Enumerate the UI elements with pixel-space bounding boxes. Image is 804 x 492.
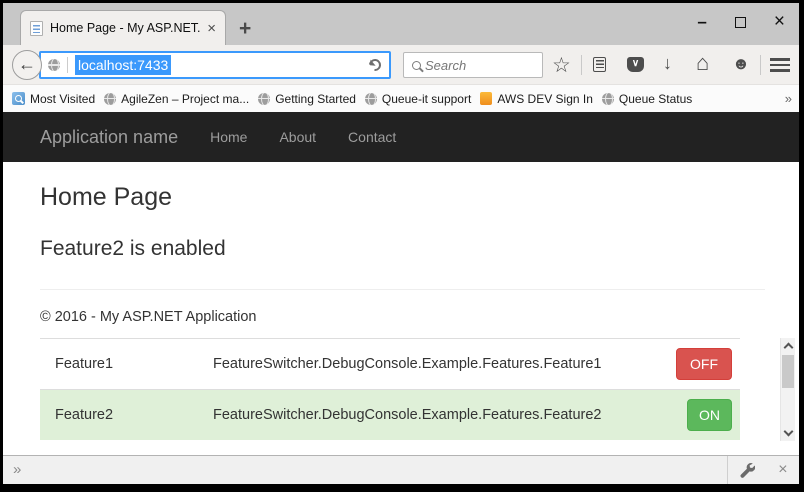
search-input[interactable]: Search xyxy=(403,52,543,78)
bookmark-queueit-support[interactable]: Queue-it support xyxy=(364,92,471,106)
scroll-up-icon[interactable] xyxy=(783,342,793,353)
window-controls: – × xyxy=(697,10,785,34)
bookmarks-overflow-icon[interactable]: » xyxy=(785,91,792,106)
developer-toolbar: » × xyxy=(3,455,799,484)
minimize-button[interactable]: – xyxy=(697,13,706,30)
bookmark-queue-status[interactable]: Queue Status xyxy=(601,92,692,106)
feature1-toggle-button[interactable]: OFF xyxy=(676,348,732,380)
bookmark-aws-signin[interactable]: AWS DEV Sign In xyxy=(480,92,593,106)
scroll-down-icon[interactable] xyxy=(783,426,793,437)
vertical-scrollbar[interactable] xyxy=(780,338,795,441)
site-brand[interactable]: Application name xyxy=(40,127,178,148)
nav-link-home[interactable]: Home xyxy=(194,129,263,145)
window-close-button[interactable]: × xyxy=(774,12,785,31)
feature-row-feature2: Feature2 FeatureSwitcher.DebugConsole.Ex… xyxy=(40,389,740,440)
bookmarks-menu-icon[interactable] xyxy=(593,57,606,72)
bookmark-agilezen[interactable]: AgileZen – Project ma... xyxy=(104,92,249,106)
menu-icon[interactable] xyxy=(770,58,790,75)
scrollbar-thumb[interactable] xyxy=(782,355,794,388)
feature-name: Feature1 xyxy=(55,356,114,372)
maximize-button[interactable] xyxy=(734,16,746,28)
reload-icon[interactable] xyxy=(366,56,384,74)
nav-link-about[interactable]: About xyxy=(263,129,332,145)
tab-close-icon[interactable]: × xyxy=(207,21,216,36)
page-favicon-icon xyxy=(30,20,43,36)
feature-row-feature1: Feature1 FeatureSwitcher.DebugConsole.Ex… xyxy=(40,338,740,389)
downloads-icon[interactable]: ↓ xyxy=(663,53,672,74)
site-identity-icon[interactable] xyxy=(48,59,60,71)
toolbar-divider xyxy=(760,55,761,75)
most-visited-folder-icon xyxy=(12,92,25,105)
home-icon[interactable]: ⌂ xyxy=(696,50,709,76)
devbar-prompt-icon[interactable]: » xyxy=(13,461,21,478)
hello-icon[interactable]: ☻ xyxy=(732,54,750,74)
feature-name: Feature2 xyxy=(55,407,114,423)
page-title: Home Page xyxy=(40,183,173,211)
footer-copyright: © 2016 - My ASP.NET Application xyxy=(40,309,257,325)
search-icon xyxy=(412,60,421,70)
tab-title: Home Page - My ASP.NET... xyxy=(50,21,202,35)
feature-switcher-panel: Feature1 FeatureSwitcher.DebugConsole.Ex… xyxy=(40,338,797,441)
bookmark-most-visited[interactable]: Most Visited xyxy=(12,92,95,106)
bookmarks-toolbar: Most Visited AgileZen – Project ma... Ge… xyxy=(3,85,799,112)
wrench-icon[interactable] xyxy=(739,462,756,478)
divider xyxy=(40,289,765,290)
globe-icon xyxy=(364,92,377,105)
back-button[interactable]: ← xyxy=(12,50,42,80)
globe-icon xyxy=(258,92,271,105)
title-bar: Home Page - My ASP.NET... × + – × xyxy=(3,3,799,45)
browser-tab[interactable]: Home Page - My ASP.NET... × xyxy=(20,10,226,45)
url-text[interactable]: localhost:7433 xyxy=(75,55,172,75)
url-divider xyxy=(67,57,68,73)
aws-box-icon xyxy=(480,92,493,105)
feature-path: FeatureSwitcher.DebugConsole.Example.Fea… xyxy=(213,407,602,423)
bookmark-star-icon[interactable]: ☆ xyxy=(552,53,571,78)
feature2-toggle-button[interactable]: ON xyxy=(687,399,732,431)
feature-status-text: Feature2 is enabled xyxy=(40,237,226,260)
globe-icon xyxy=(104,92,117,105)
new-tab-button[interactable]: + xyxy=(239,18,251,39)
site-navbar: Application name Home About Contact xyxy=(3,112,799,162)
url-bar[interactable]: localhost:7433 xyxy=(39,51,391,79)
nav-link-contact[interactable]: Contact xyxy=(332,129,412,145)
bookmark-getting-started[interactable]: Getting Started xyxy=(258,92,356,106)
globe-icon xyxy=(601,92,614,105)
search-placeholder: Search xyxy=(425,57,467,73)
page-content: Home Page Feature2 is enabled © 2016 - M… xyxy=(3,183,799,441)
toolbar-divider xyxy=(581,55,582,75)
navigation-toolbar: ← localhost:7433 Search ☆ ∨ ↓ ⌂ ☻ xyxy=(3,45,799,85)
pocket-icon[interactable]: ∨ xyxy=(627,57,644,72)
devbar-actions: × xyxy=(727,456,799,484)
browser-window: Home Page - My ASP.NET... × + – × ← loca… xyxy=(3,3,799,484)
devbar-close-icon[interactable]: × xyxy=(778,461,787,479)
feature-path: FeatureSwitcher.DebugConsole.Example.Fea… xyxy=(213,356,602,372)
page-viewport: Application name Home About Contact Home… xyxy=(3,112,799,455)
